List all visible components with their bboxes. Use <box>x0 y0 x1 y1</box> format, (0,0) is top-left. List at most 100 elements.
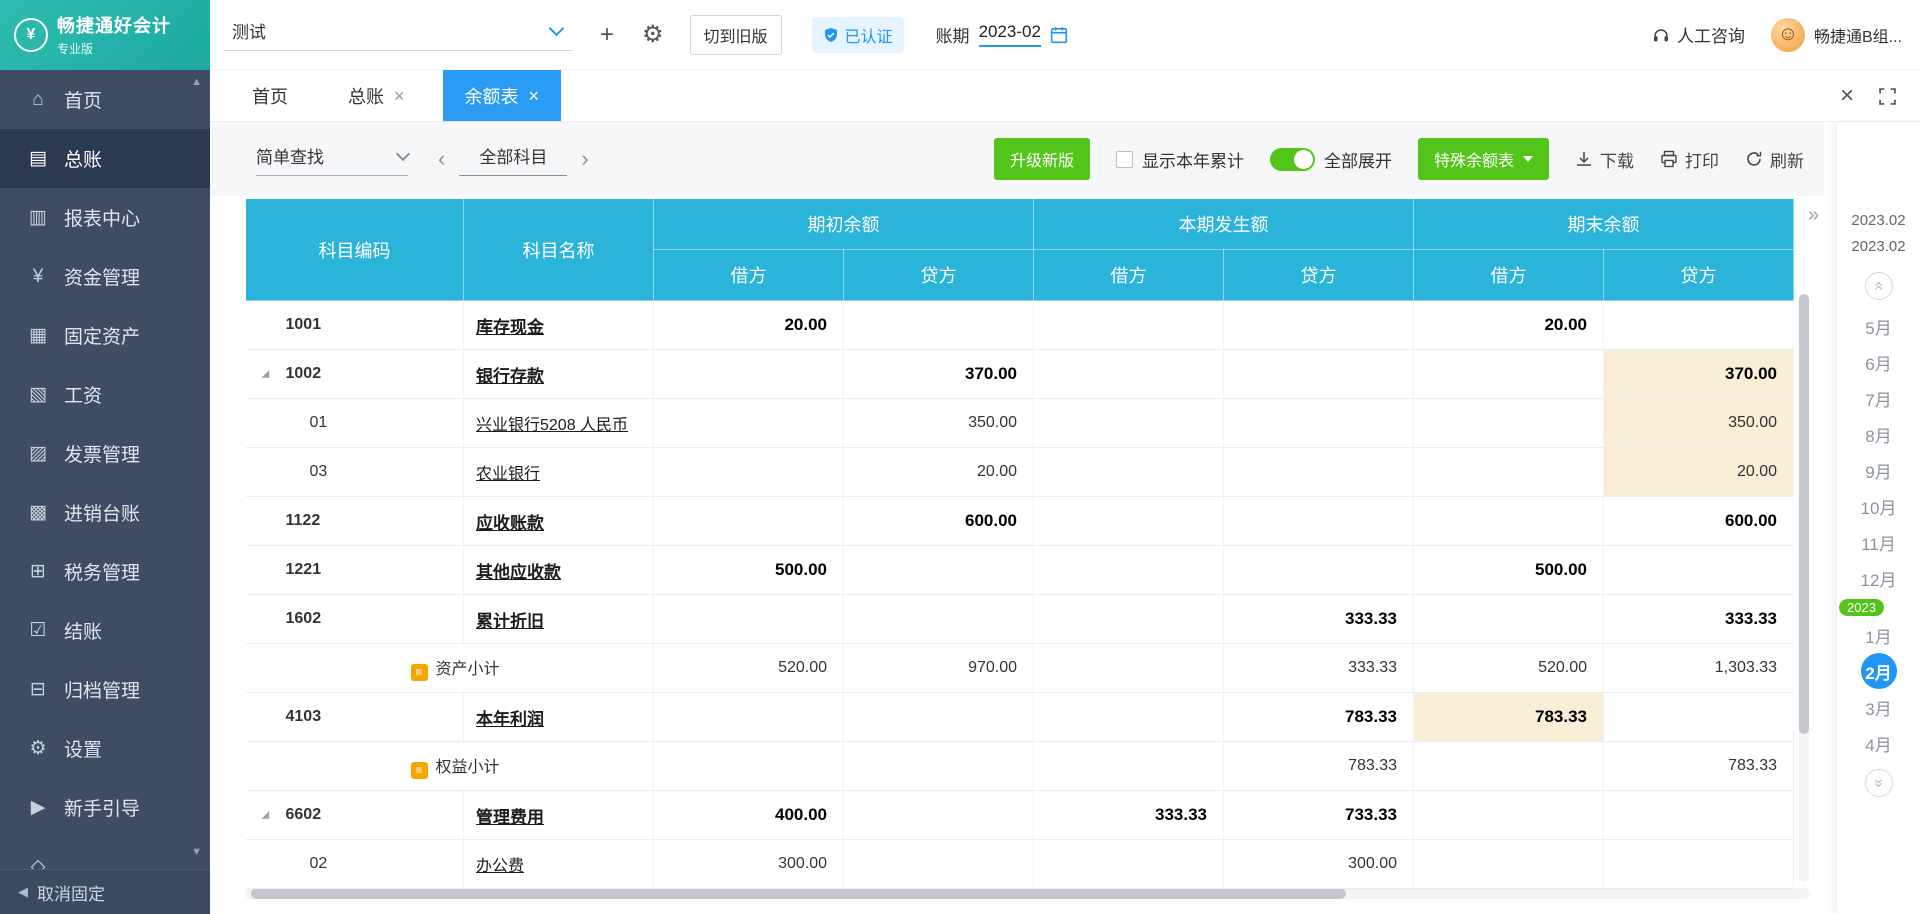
scroll-months-down-button[interactable]: « <box>1864 769 1893 797</box>
cell-account-code: 1122 <box>245 496 464 546</box>
close-tab-icon[interactable]: × <box>529 87 540 105</box>
logo-subtitle: 专业版 <box>57 42 94 56</box>
toolbar-actions: 升级新版 显示本年累计 全部展开 特殊余额表 下载 打印 刷新 <box>993 138 1804 180</box>
sidebar-item-salary[interactable]: ▧ 工资 <box>0 365 210 424</box>
account-name-link[interactable]: 本年利润 <box>476 710 544 729</box>
month-item[interactable]: 3月 <box>1859 689 1899 725</box>
account-set-value: 测试 <box>232 23 266 42</box>
chevron-right-icon[interactable]: › <box>581 148 588 170</box>
account-name-link[interactable]: 库存现金 <box>476 318 544 337</box>
sidebar-item-fixed-assets[interactable]: ▦ 固定资产 <box>0 306 210 365</box>
cell-opening-debit <box>653 447 844 497</box>
close-tab-icon[interactable]: × <box>394 87 405 105</box>
month-item[interactable]: 6月 <box>1859 344 1899 380</box>
download-button[interactable]: 下载 <box>1575 147 1634 172</box>
sidebar-item-tax[interactable]: ⊞ 税务管理 <box>0 542 210 601</box>
cell-closing-debit: 20.00 <box>1413 300 1604 350</box>
account-name-link[interactable]: 兴业银行5208 人民币 <box>476 417 628 434</box>
tab-home[interactable]: 首页 <box>230 70 310 121</box>
period-label: 账期 <box>935 27 970 46</box>
print-button[interactable]: 打印 <box>1660 147 1719 172</box>
refresh-button[interactable]: 刷新 <box>1745 147 1804 172</box>
certified-badge[interactable]: 已认证 <box>811 16 904 53</box>
month-item[interactable]: 5月 <box>1859 308 1899 344</box>
show-ytd-checkbox[interactable] <box>1115 150 1133 168</box>
sidebar: ⌂ 首页 ▤ 总账 ▥ 报表中心 ¥ 资金管理 ▦ 固定资产 ▧ 工资 ▨ 发票管理 ▩ 进销台账 ⊞ 税务管理 ☑… <box>0 70 210 914</box>
fullscreen-icon[interactable] <box>1879 70 1896 122</box>
sidebar-item-archive[interactable]: ⊟ 归档管理 <box>0 660 210 719</box>
expand-all-toggle[interactable] <box>1269 147 1315 171</box>
col-header-closing-debit: 借方 <box>1413 249 1604 301</box>
vertical-scrollbar-thumb[interactable] <box>1799 294 1809 734</box>
cell-opening-debit: 300.00 <box>653 839 844 889</box>
period-picker[interactable]: 账期 2023-02 <box>936 22 1068 47</box>
month-item[interactable]: 1月 <box>1859 617 1899 653</box>
period-value: 2023-02 <box>978 22 1041 47</box>
expand-icon[interactable]: ◢ <box>262 369 270 380</box>
subject-filter[interactable]: 全部科目 <box>459 143 568 176</box>
close-icon[interactable]: × <box>1840 70 1854 122</box>
switch-old-version-button[interactable]: 切到旧版 <box>689 14 782 55</box>
cell-account-code: ◢ 1002 <box>245 349 464 399</box>
tab-balance-sheet[interactable]: 余额表 × <box>442 70 562 121</box>
account-name-link[interactable]: 累计折旧 <box>476 612 544 631</box>
cell-opening-credit: 20.00 <box>843 447 1034 497</box>
scroll-months-up-button[interactable]: « <box>1864 272 1893 300</box>
month-item[interactable]: 2月 <box>1860 653 1897 689</box>
upgrade-button[interactable]: 升级新版 <box>993 138 1090 180</box>
account-name-link[interactable]: 其他应收款 <box>476 563 561 582</box>
cell-opening-credit: 600.00 <box>843 496 1034 546</box>
account-set-select[interactable]: 测试 <box>224 18 572 51</box>
logo-title: 畅捷通好会计 <box>57 16 171 36</box>
month-item[interactable]: 9月 <box>1859 452 1899 488</box>
sidebar-item-closing[interactable]: ☑ 结账 <box>0 601 210 660</box>
sidebar-item-report-center[interactable]: ▥ 报表中心 <box>0 188 210 247</box>
horizontal-scrollbar <box>245 888 1810 899</box>
month-item[interactable]: 7月 <box>1859 380 1899 416</box>
sidebar-scroll-down-icon[interactable]: ▼ <box>191 846 202 858</box>
month-item[interactable]: 4月 <box>1859 725 1899 761</box>
cell-current-debit <box>1033 692 1224 742</box>
download-label: 下载 <box>1600 151 1634 171</box>
chevron-left-icon[interactable]: ‹ <box>438 148 445 170</box>
sidebar-scroll-up-icon[interactable]: ▲ <box>191 76 202 88</box>
month-item[interactable]: 11月 <box>1859 524 1899 560</box>
year-badge: 2023 <box>1839 599 1884 616</box>
account-name-link[interactable]: 管理费用 <box>476 808 544 827</box>
month-item[interactable]: 10月 <box>1859 488 1899 524</box>
unpin-button[interactable]: ◀ 取消固定 <box>0 869 210 914</box>
support-button[interactable]: 人工咨询 <box>1652 22 1745 47</box>
sidebar-item-label: 新手引导 <box>64 799 141 820</box>
sidebar-item-home[interactable]: ⌂ 首页 <box>0 70 210 129</box>
tab-general-ledger[interactable]: 总账 × <box>326 70 427 121</box>
search-mode-select[interactable]: 简单查找 <box>256 143 411 176</box>
plus-icon[interactable]: + <box>600 22 614 47</box>
month-item[interactable]: 8月 <box>1859 416 1899 452</box>
sidebar-item-general-ledger[interactable]: ▤ 总账 <box>0 129 210 188</box>
cell-current-debit <box>1033 741 1224 791</box>
expand-icon[interactable]: ◢ <box>262 810 270 821</box>
account-name-link[interactable]: 农业银行 <box>476 466 540 483</box>
tab-label: 首页 <box>252 86 288 107</box>
horizontal-scrollbar-thumb[interactable] <box>251 888 1346 899</box>
sidebar-item-settings[interactable]: ⚙ 设置 <box>0 719 210 778</box>
account-name-link[interactable]: 办公费 <box>476 858 524 875</box>
sidebar-item-invoice[interactable]: ▨ 发票管理 <box>0 424 210 483</box>
gear-icon[interactable]: ⚙ <box>642 22 664 47</box>
user-menu[interactable]: ☺ 畅捷通B组... <box>1770 17 1902 52</box>
topbar: ¥ 畅捷通好会计 专业版 测试 + ⚙ 切到旧版 已认证 账期 2023-02 … <box>0 0 1920 70</box>
month-item[interactable]: 12月 <box>1859 560 1899 596</box>
sidebar-item-inventory-ledger[interactable]: ▩ 进销台账 <box>0 483 210 542</box>
special-balance-button[interactable]: 特殊余额表 <box>1417 138 1549 180</box>
account-name-link[interactable]: 银行存款 <box>476 367 544 386</box>
sidebar-item-guide[interactable]: ▶ 新手引导 <box>0 778 210 837</box>
cell-account-code: 4103 <box>245 692 464 742</box>
cell-opening-credit <box>843 839 1034 889</box>
account-name-link[interactable]: 应收账款 <box>476 514 544 533</box>
sidebar-item-funds[interactable]: ¥ 资金管理 <box>0 247 210 306</box>
table-row: 02 办公费 300.00 300.00 <box>245 839 1794 889</box>
collapse-panel-icon[interactable]: » <box>1808 204 1819 227</box>
sidebar-item-label: 发票管理 <box>64 445 141 466</box>
cell-account-name: 银行存款 <box>463 349 654 399</box>
certified-label: 已认证 <box>844 28 893 46</box>
